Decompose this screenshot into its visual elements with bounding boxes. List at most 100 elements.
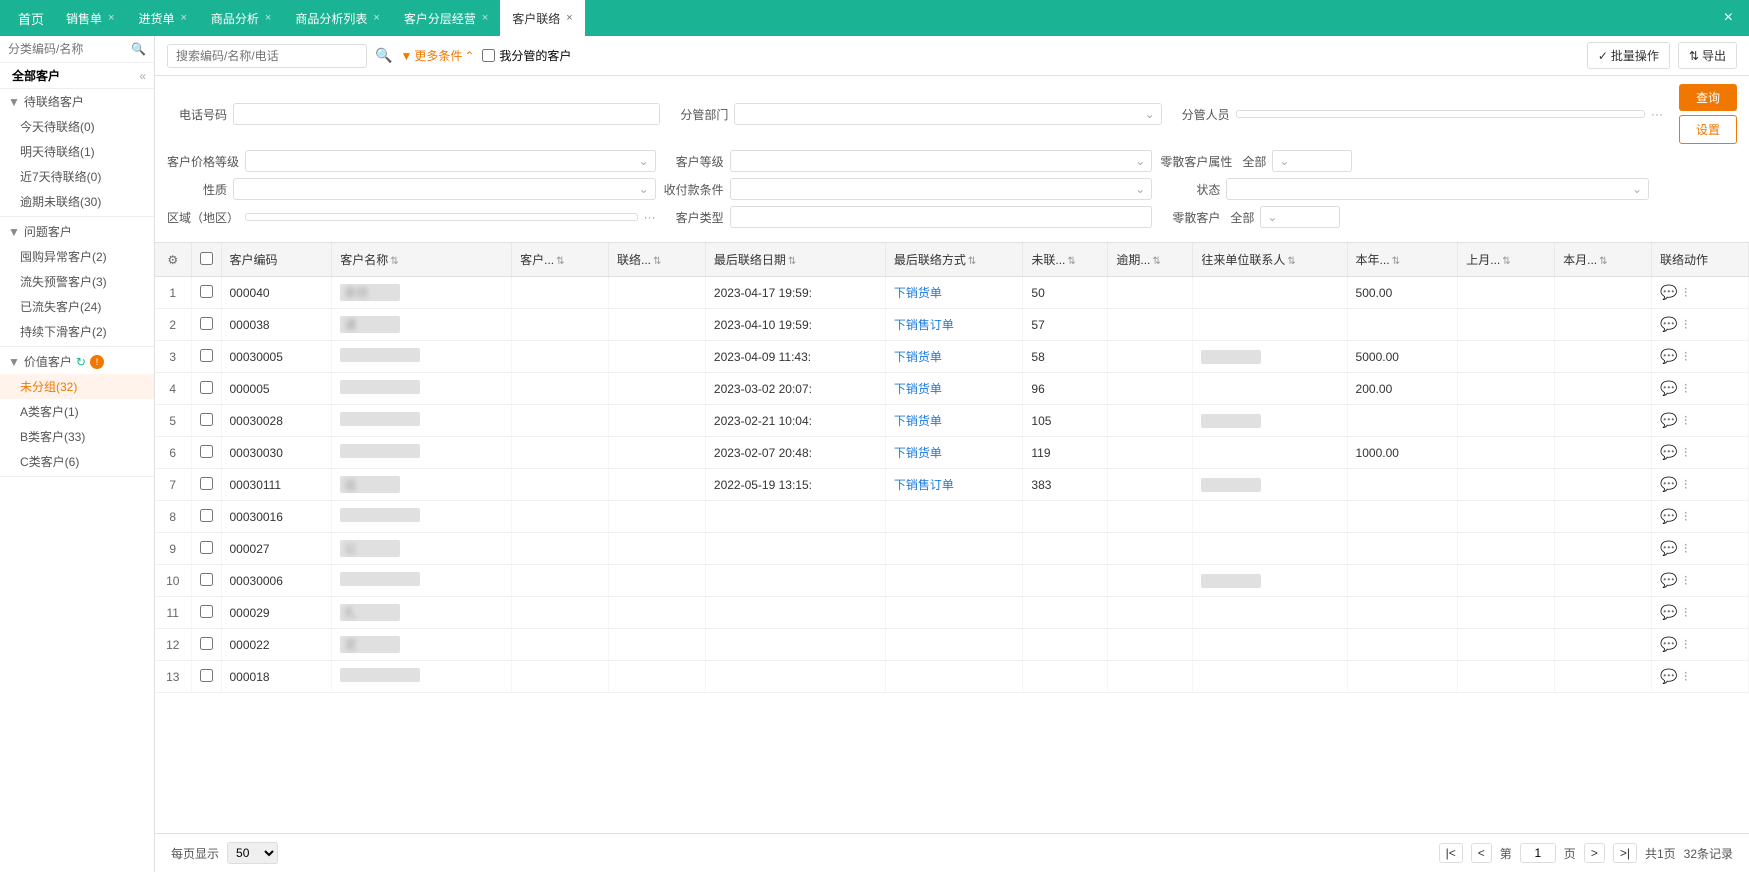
last-method-link[interactable]: 下销货单 — [894, 382, 942, 396]
grid-action-icon[interactable]: ⁝ — [1683, 316, 1687, 333]
comment-icon[interactable]: 💬 — [1660, 348, 1677, 365]
last-method-link[interactable]: 下销货单 — [894, 414, 942, 428]
grade-select[interactable]: ⌄ — [730, 150, 1153, 172]
my-customers-checkbox[interactable]: 我分管的客户 — [482, 47, 571, 64]
sidebar-item-0-2[interactable]: 近7天待联络(0) — [0, 164, 154, 189]
last-method-link[interactable]: 下销货单 — [894, 446, 942, 460]
row-checkbox[interactable] — [200, 445, 213, 458]
nav-close-all[interactable]: × — [1716, 9, 1741, 27]
last-method-link[interactable]: 下销货单 — [894, 286, 942, 300]
row-checkbox[interactable] — [200, 573, 213, 586]
dept-select[interactable]: ⌄ — [734, 103, 1161, 125]
nav-tab-close[interactable]: × — [108, 12, 114, 24]
sidebar-group-title-2[interactable]: ▼价值客户↻! — [0, 349, 154, 374]
nav-tab-product-analysis-list[interactable]: 商品分析列表× — [283, 0, 391, 36]
row-checkbox[interactable] — [200, 285, 213, 298]
region-more-btn[interactable]: ··· — [644, 210, 656, 224]
row-checkbox[interactable] — [200, 541, 213, 554]
prev-page-btn[interactable]: < — [1471, 843, 1492, 863]
person-select[interactable] — [1236, 110, 1645, 118]
sidebar-item-2-3[interactable]: C类客户(6) — [0, 449, 154, 474]
grid-action-icon[interactable]: ⁝ — [1683, 412, 1687, 429]
sidebar-collapse-btn[interactable]: « — [139, 69, 146, 83]
nav-tab-sales[interactable]: 销售单× — [54, 0, 126, 36]
sidebar-item-1-0[interactable]: 囤购异常客户(2) — [0, 244, 154, 269]
comment-icon[interactable]: 💬 — [1660, 284, 1677, 301]
sidebar-item-1-2[interactable]: 已流失客户(24) — [0, 294, 154, 319]
row-checkbox[interactable] — [200, 317, 213, 330]
next-page-btn[interactable]: > — [1584, 843, 1605, 863]
nav-tab-customer-contact[interactable]: 客户联络× — [500, 0, 584, 36]
sidebar-search-input[interactable] — [8, 42, 127, 56]
sidebar-group-title-0[interactable]: ▼待联络客户 — [0, 89, 154, 114]
grid-action-icon[interactable]: ⁝ — [1683, 476, 1687, 493]
region-select[interactable] — [245, 213, 638, 221]
filter-search-btn[interactable]: 🔍 — [375, 47, 392, 64]
nav-tab-close[interactable]: × — [566, 12, 572, 24]
row-checkbox[interactable] — [200, 413, 213, 426]
price-grade-select[interactable]: ⌄ — [245, 150, 656, 172]
row-checkbox[interactable] — [200, 669, 213, 682]
sidebar-group-title-1[interactable]: ▼问题客户 — [0, 219, 154, 244]
settings-icon[interactable]: ⚙ — [167, 253, 178, 267]
retail-attr-select[interactable]: ⌄ — [1272, 150, 1352, 172]
select-all-checkbox[interactable] — [200, 252, 213, 265]
comment-icon[interactable]: 💬 — [1660, 540, 1677, 557]
filter-more-conditions[interactable]: ▼ 更多条件 ⌃ — [400, 47, 474, 64]
all-customers-title[interactable]: ⁤ 全部客户 — [8, 67, 60, 84]
nav-tab-product-analysis[interactable]: 商品分析× — [199, 0, 283, 36]
page-number-input[interactable] — [1520, 843, 1556, 863]
grid-action-icon[interactable]: ⁝ — [1683, 540, 1687, 557]
comment-icon[interactable]: 💬 — [1660, 572, 1677, 589]
comment-icon[interactable]: 💬 — [1660, 508, 1677, 525]
reset-btn[interactable]: 设置 — [1679, 115, 1737, 144]
query-btn[interactable]: 查询 — [1679, 84, 1737, 111]
row-checkbox[interactable] — [200, 477, 213, 490]
my-customers-check[interactable] — [482, 49, 495, 62]
comment-icon[interactable]: 💬 — [1660, 444, 1677, 461]
comment-icon[interactable]: 💬 — [1660, 668, 1677, 685]
last-method-link[interactable]: 下销售订单 — [894, 478, 954, 492]
th-settings[interactable]: ⚙ — [155, 243, 191, 277]
sidebar-item-1-3[interactable]: 持续下滑客户(2) — [0, 319, 154, 344]
grid-action-icon[interactable]: ⁝ — [1683, 444, 1687, 461]
grid-action-icon[interactable]: ⁝ — [1683, 508, 1687, 525]
grid-action-icon[interactable]: ⁝ — [1683, 604, 1687, 621]
sidebar-item-2-1[interactable]: A类客户(1) — [0, 399, 154, 424]
row-checkbox[interactable] — [200, 381, 213, 394]
nav-tab-close[interactable]: × — [373, 12, 379, 24]
batch-operation-btn[interactable]: ✓ 批量操作 — [1587, 42, 1670, 69]
retail-select[interactable]: ⌄ — [1260, 206, 1340, 228]
grid-action-icon[interactable]: ⁝ — [1683, 572, 1687, 589]
row-checkbox[interactable] — [200, 637, 213, 650]
last-page-btn[interactable]: >| — [1613, 843, 1637, 863]
last-method-link[interactable]: 下销售订单 — [894, 318, 954, 332]
comment-icon[interactable]: 💬 — [1660, 636, 1677, 653]
first-page-btn[interactable]: |< — [1439, 843, 1463, 863]
sidebar-item-0-3[interactable]: 逾期未联络(30) — [0, 189, 154, 214]
grid-action-icon[interactable]: ⁝ — [1683, 668, 1687, 685]
refresh-icon[interactable]: ↻ — [76, 355, 86, 369]
comment-icon[interactable]: 💬 — [1660, 476, 1677, 493]
comment-icon[interactable]: 💬 — [1660, 412, 1677, 429]
comment-icon[interactable]: 💬 — [1660, 380, 1677, 397]
sidebar-item-1-1[interactable]: 流失预警客户(3) — [0, 269, 154, 294]
row-checkbox[interactable] — [200, 509, 213, 522]
payment-select[interactable]: ⌄ — [730, 178, 1153, 200]
sidebar-item-2-0[interactable]: 未分组(32) — [0, 374, 154, 399]
grid-action-icon[interactable]: ⁝ — [1683, 348, 1687, 365]
nav-tab-close[interactable]: × — [180, 12, 186, 24]
sidebar-item-0-0[interactable]: 今天待联络(0) — [0, 114, 154, 139]
nav-tab-customer-segment[interactable]: 客户分层经营× — [392, 0, 500, 36]
row-checkbox[interactable] — [200, 349, 213, 362]
nav-home[interactable]: 首页 — [8, 9, 54, 28]
grid-action-icon[interactable]: ⁝ — [1683, 380, 1687, 397]
nav-tab-close[interactable]: × — [482, 12, 488, 24]
export-btn[interactable]: ⇅ 导出 — [1678, 42, 1737, 69]
person-more-btn[interactable]: ··· — [1651, 107, 1663, 121]
comment-icon[interactable]: 💬 — [1660, 316, 1677, 333]
nature-select[interactable]: ⌄ — [233, 178, 656, 200]
nav-tab-purchase[interactable]: 进货单× — [126, 0, 198, 36]
page-size-select[interactable]: 50 100 200 — [227, 842, 278, 864]
grid-action-icon[interactable]: ⁝ — [1683, 284, 1687, 301]
